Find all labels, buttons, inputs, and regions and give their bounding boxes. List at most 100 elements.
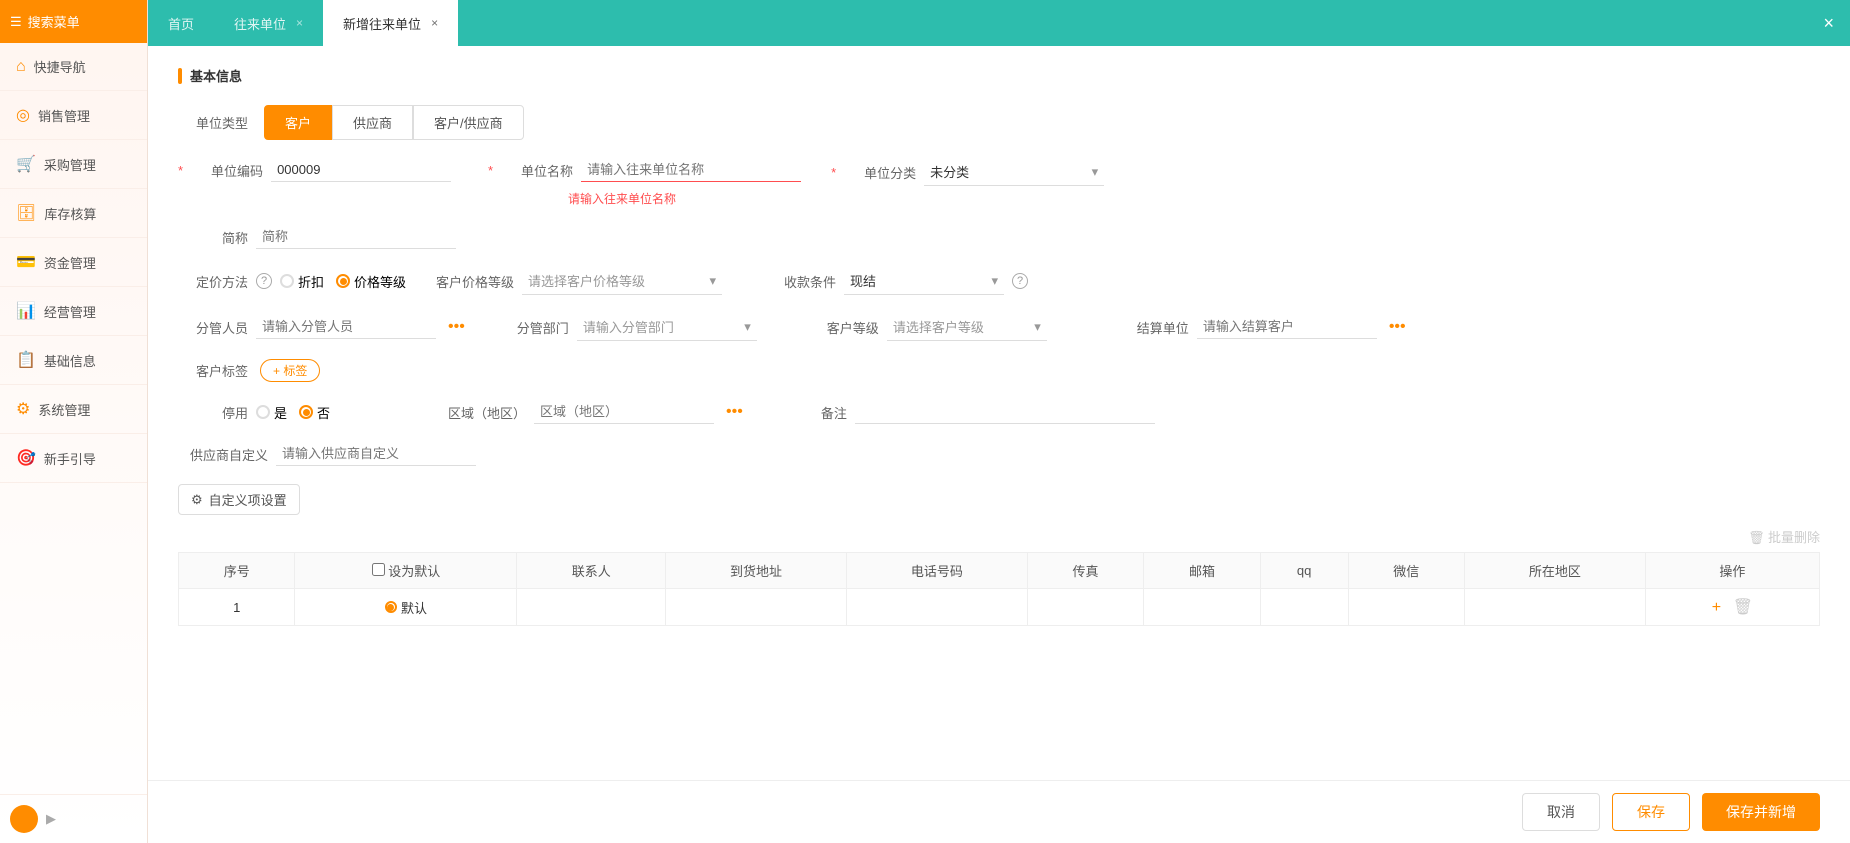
- supplier-custom-label: 供应商自定义: [178, 445, 268, 464]
- unit-type-field: 单位类型 客户 供应商 客户/供应商: [178, 105, 678, 140]
- main-close-button[interactable]: ×: [1823, 13, 1850, 34]
- settlement-input[interactable]: [1197, 315, 1377, 339]
- category-arrow-icon: ▾: [1092, 164, 1099, 180]
- disabled-radio-group: 是 否: [256, 403, 330, 422]
- abbr-input[interactable]: [256, 225, 456, 249]
- dept-select[interactable]: 请输入分管部门 ▾: [577, 313, 757, 341]
- disabled-field: 停用 是 否: [178, 403, 418, 422]
- customer-price-select[interactable]: 请选择客户价格等级 ▾: [522, 267, 722, 295]
- unit-type-label: 单位类型: [178, 113, 248, 132]
- sidebar-item-finance[interactable]: 💳 资金管理: [0, 238, 147, 287]
- customer-level-field: 客户等级 请选择客户等级 ▾: [809, 313, 1089, 341]
- manager-input[interactable]: [256, 315, 436, 339]
- sidebar-item-label: 经营管理: [44, 302, 96, 321]
- tab-new-partner-close[interactable]: ×: [431, 16, 438, 30]
- add-tag-button[interactable]: + 标签: [260, 359, 320, 382]
- abbr-field: 简称: [178, 225, 458, 249]
- sidebar-item-sales[interactable]: ◎ 销售管理: [0, 91, 147, 140]
- payment-terms-select[interactable]: 现结 ▾: [844, 267, 1004, 295]
- table-row: 1 默认: [179, 589, 1820, 626]
- sidebar-item-label: 新手引导: [44, 449, 96, 468]
- tags-field: 客户标签 + 标签: [178, 359, 1820, 382]
- payment-help-icon[interactable]: ?: [1012, 273, 1028, 289]
- finance-icon: 💳: [16, 252, 36, 272]
- pricing-level-radio[interactable]: [336, 274, 350, 288]
- default-radio[interactable]: [385, 601, 397, 613]
- customer-price-placeholder: 请选择客户价格等级: [528, 271, 645, 290]
- type-btn-supplier[interactable]: 供应商: [332, 105, 413, 140]
- inventory-icon: 🗄: [16, 203, 36, 223]
- unit-category-value: 未分类: [930, 162, 969, 181]
- sidebar-item-purchase[interactable]: 🛒 采购管理: [0, 140, 147, 189]
- sidebar-item-system[interactable]: ⚙ 系统管理: [0, 385, 147, 434]
- col-region: 所在地区: [1465, 553, 1646, 589]
- delete-row-button[interactable]: 🗑: [1729, 597, 1757, 617]
- select-all-checkbox[interactable]: [372, 563, 385, 576]
- disabled-no-radio[interactable]: [299, 405, 313, 419]
- expand-icon[interactable]: ▶: [46, 811, 56, 827]
- tab-partners[interactable]: 往来单位 ×: [214, 0, 323, 46]
- col-address: 到货地址: [666, 553, 847, 589]
- tab-partners-label: 往来单位: [234, 14, 286, 33]
- unit-code-field: * 单位编码: [178, 158, 458, 182]
- save-and-new-button[interactable]: 保存并新增: [1702, 793, 1820, 831]
- payment-terms-value: 现结: [850, 271, 876, 290]
- section-icon-bar: [178, 68, 182, 84]
- col-wechat: 微信: [1348, 553, 1464, 589]
- sidebar-item-quick-nav[interactable]: ⌂ 快捷导航: [0, 43, 147, 91]
- settlement-dots-button[interactable]: •••: [1385, 318, 1410, 336]
- pricing-discount-radio[interactable]: [280, 274, 294, 288]
- pricing-level-option[interactable]: 价格等级: [336, 272, 406, 291]
- manager-row: 分管人员 ••• 分管部门 请输入分管部门 ▾ 客户等级 请选择客户等级 ▾: [178, 313, 1820, 341]
- remarks-input[interactable]: [855, 400, 1155, 424]
- unit-category-select[interactable]: 未分类 ▾: [924, 158, 1104, 186]
- disabled-no-option[interactable]: 否: [299, 403, 330, 422]
- sidebar-item-operations[interactable]: 📊 经营管理: [0, 287, 147, 336]
- supplier-custom-row: 供应商自定义: [178, 442, 1820, 466]
- tab-home[interactable]: 首页: [148, 0, 214, 46]
- manager-dots-button[interactable]: •••: [444, 318, 469, 336]
- disabled-yes-radio[interactable]: [256, 405, 270, 419]
- unit-category-label: 单位分类: [846, 163, 916, 182]
- region-input[interactable]: [534, 400, 714, 424]
- settlement-label: 结算单位: [1119, 318, 1189, 337]
- tab-new-partner-label: 新增往来单位: [343, 14, 421, 33]
- cell-email: [1144, 589, 1260, 626]
- pricing-discount-option[interactable]: 折扣: [280, 272, 324, 291]
- tags-label: 客户标签: [178, 361, 248, 380]
- type-btn-both[interactable]: 客户/供应商: [413, 105, 524, 140]
- sidebar-item-basics[interactable]: 📋 基础信息: [0, 336, 147, 385]
- pricing-method-label: 定价方法: [178, 272, 248, 291]
- dept-field: 分管部门 请输入分管部门 ▾: [499, 313, 779, 341]
- default-label: 默认: [401, 598, 427, 617]
- sidebar-item-guide[interactable]: 🎯 新手引导: [0, 434, 147, 483]
- col-action: 操作: [1645, 553, 1819, 589]
- disabled-yes-option[interactable]: 是: [256, 403, 287, 422]
- type-btn-customer[interactable]: 客户: [264, 105, 332, 140]
- disabled-no-label: 否: [317, 403, 330, 422]
- tab-new-partner[interactable]: 新增往来单位 ×: [323, 0, 458, 46]
- guide-icon: 🎯: [16, 448, 36, 468]
- sidebar-item-label: 快捷导航: [34, 57, 86, 76]
- sidebar-search[interactable]: ☰ 搜索菜单: [0, 0, 147, 43]
- cell-default: 默认: [295, 589, 517, 626]
- tab-partners-close[interactable]: ×: [296, 16, 303, 30]
- add-row-button[interactable]: +: [1708, 599, 1725, 617]
- supplier-custom-input[interactable]: [276, 442, 476, 466]
- save-button[interactable]: 保存: [1612, 793, 1690, 831]
- customer-level-label: 客户等级: [809, 318, 879, 337]
- cancel-button[interactable]: 取消: [1522, 793, 1600, 831]
- sidebar-item-label: 资金管理: [44, 253, 96, 272]
- unit-name-input[interactable]: [581, 158, 801, 182]
- pricing-help-icon[interactable]: ?: [256, 273, 272, 289]
- custom-settings-button[interactable]: ⚙ 自定义项设置: [178, 484, 300, 515]
- sidebar-item-label: 采购管理: [44, 155, 96, 174]
- sidebar-item-inventory[interactable]: 🗄 库存核算: [0, 189, 147, 238]
- cell-seq: 1: [179, 589, 295, 626]
- unit-code-input[interactable]: [271, 158, 451, 182]
- abbr-label: 简称: [178, 228, 248, 247]
- contacts-table: 序号 设为默认 联系人 到货地址 电话号码 传真 邮箱 qq 微信 所在地区: [178, 552, 1820, 626]
- tags-row: 客户标签 + 标签: [178, 359, 1820, 382]
- customer-level-select[interactable]: 请选择客户等级 ▾: [887, 313, 1047, 341]
- region-dots-button[interactable]: •••: [722, 403, 747, 421]
